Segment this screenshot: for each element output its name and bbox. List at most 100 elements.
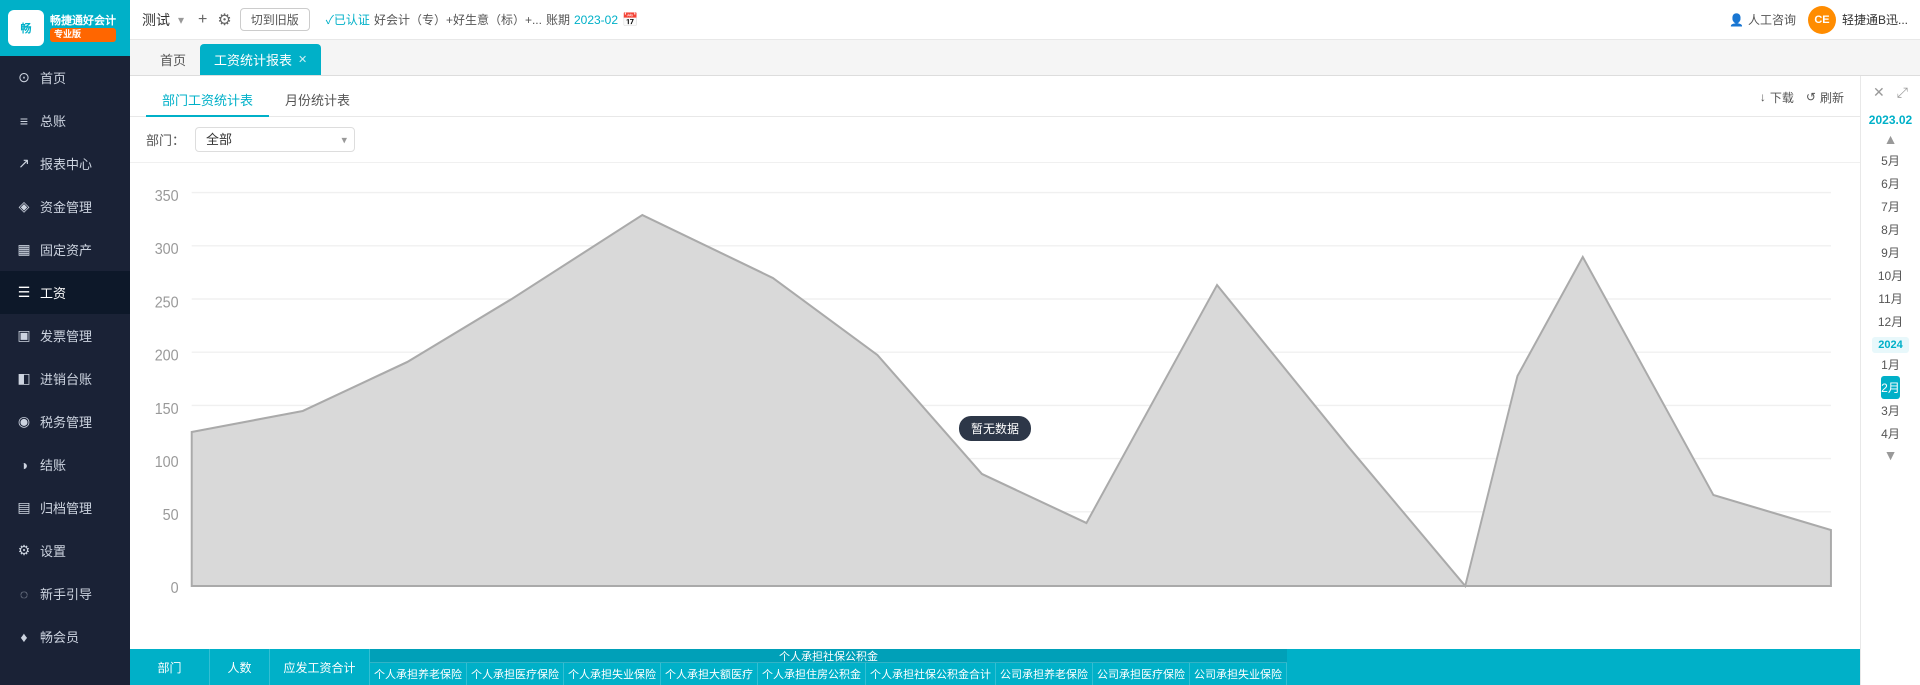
expand-panel-btn[interactable]: ⤢ — [1893, 80, 1912, 105]
sidebar-item-ledger[interactable]: ≡ 总账 — [0, 99, 130, 142]
sidebar-item-checkout[interactable]: ◑结账 — [0, 443, 130, 486]
month-7月[interactable]: 7月 — [1878, 195, 1903, 218]
sidebar-label-assets: 固定资产 — [40, 240, 92, 259]
payroll-icon: ☰ — [16, 284, 32, 301]
dept-label: 部门： — [146, 130, 185, 149]
sidebar-label-tax: 税务管理 — [40, 412, 92, 431]
settings-icon: ⚙ — [16, 542, 32, 559]
topbar-tags: ✓已认证 好会计（专）+好生意（标）+... 账期 2023-02 📅 — [326, 11, 638, 28]
svg-text:100: 100 — [155, 455, 179, 472]
sidebar-label-sales: 进销台账 — [40, 369, 92, 388]
sidebar-item-funds[interactable]: ◈资金管理 — [0, 185, 130, 228]
sidebar-item-reports[interactable]: ↗ 报表中心 — [0, 142, 130, 185]
tab-close-icon[interactable]: ✕ — [298, 53, 307, 66]
table-col-人数: 人数 — [210, 649, 270, 685]
tax-icon: ◉ — [16, 413, 32, 430]
sidebar-item-invoice[interactable]: ▣发票管理 — [0, 314, 130, 357]
table-subcol-公司承担医疗保险: 公司承担医疗保险 — [1093, 663, 1190, 685]
reports-icon: ↗ — [16, 155, 32, 172]
sales-icon: ◧ — [16, 370, 32, 387]
nav-up-btn[interactable]: ▲ — [1882, 129, 1900, 149]
nav-down-btn[interactable]: ▼ — [1882, 445, 1900, 465]
month-9月[interactable]: 9月 — [1878, 241, 1903, 264]
year-2024-label: 2024 — [1872, 337, 1908, 353]
month-11月[interactable]: 11月 — [1878, 287, 1903, 310]
month-8月[interactable]: 8月 — [1878, 218, 1903, 241]
period-value: 2023-02 — [574, 13, 618, 27]
sidebar-label-payroll: 工资 — [40, 283, 66, 302]
subtab-monthly[interactable]: 月份统计表 — [269, 84, 366, 117]
sidebar-label-ledger: 总账 — [40, 111, 66, 130]
svg-text:350: 350 — [155, 189, 179, 206]
sidebar-label-archive: 归档管理 — [40, 498, 92, 517]
sidebar-label-funds: 资金管理 — [40, 197, 92, 216]
dept-select[interactable]: 全部 — [195, 127, 355, 152]
certified-tag: ✓已认证 — [326, 11, 370, 28]
add-button[interactable]: + — [196, 9, 209, 31]
user-profile[interactable]: CE 轻捷通B迅... — [1808, 6, 1908, 34]
download-btn[interactable]: ↓ 下载 — [1760, 89, 1794, 106]
table-subcol-公司承担失业保险: 公司承担失业保险 — [1190, 663, 1287, 685]
svg-text:0: 0 — [171, 581, 179, 598]
tab-home[interactable]: 首页 — [146, 44, 200, 75]
sidebar-item-archive[interactable]: ▤ 归档管理 — [0, 486, 130, 529]
chart-svg: 350 300 250 200 150 100 50 0 — [146, 173, 1844, 649]
download-icon: ↓ — [1760, 90, 1766, 104]
sidebar-item-vip[interactable]: ♦畅会员 — [0, 615, 130, 658]
calendar-icon[interactable]: 📅 — [622, 12, 638, 28]
sidebar-item-sales[interactable]: ◧ 进销台账 — [0, 357, 130, 400]
sidebar-label-reports: 报表中心 — [40, 154, 92, 173]
sidebar-label-invoice: 发票管理 — [40, 326, 92, 345]
table-col-应发工资合计: 应发工资合计 — [270, 649, 370, 685]
month-6月[interactable]: 6月 — [1878, 172, 1903, 195]
sidebar-item-home[interactable]: ⊙首页 — [0, 56, 130, 99]
month-2024-3月[interactable]: 3月 — [1881, 399, 1900, 422]
sidebar-label-guide: 新手引导 — [40, 584, 92, 603]
table-col-部门: 部门 — [130, 649, 210, 685]
sidebar-item-tax[interactable]: ◉ 税务管理 — [0, 400, 130, 443]
sidebar-item-guide[interactable]: ◌ 新手引导 — [0, 572, 130, 615]
table-subcol-个人承担社保公积金合计: 个人承担社保公积金合计 — [866, 663, 996, 685]
topbar-actions: + ⚙ 切到旧版 — [196, 8, 310, 32]
table-subcol-个人承担失业保险: 个人承担失业保险 — [564, 663, 661, 685]
svg-text:250: 250 — [155, 295, 179, 312]
subtab-dept[interactable]: 部门工资统计表 — [146, 84, 269, 117]
svg-text:200: 200 — [155, 348, 179, 365]
logo-icon: 畅 — [8, 10, 44, 46]
content-area: 部门工资统计表 月份统计表 ↓ 下载 ↺ 刷新 — [130, 76, 1860, 685]
sidebar-item-payroll[interactable]: ☰ 工资 — [0, 271, 130, 314]
month-2024-1月[interactable]: 1月 — [1881, 353, 1900, 376]
refresh-icon: ↺ — [1806, 90, 1816, 104]
service-label: 人工咨询 — [1748, 11, 1796, 28]
table-subcol-个人承担养老保险: 个人承担养老保险 — [370, 663, 467, 685]
ledger-icon: ≡ — [16, 113, 32, 129]
switch-old-btn[interactable]: 切到旧版 — [240, 8, 310, 31]
month-2024-4月[interactable]: 4月 — [1881, 422, 1900, 445]
topbar-arrow[interactable]: ▾ — [178, 13, 184, 27]
tab-payroll-stats[interactable]: 工资统计报表 ✕ — [200, 44, 321, 75]
settings-button[interactable]: ⚙ — [215, 8, 233, 32]
app-logo: 畅 畅捷通好会计 专业版 — [0, 0, 130, 56]
guide-icon: ◌ — [16, 586, 32, 602]
topbar-title: 测试 — [142, 10, 170, 30]
month-2024-2月[interactable]: 2月 — [1881, 376, 1900, 399]
table-subcol-个人承担大额医疗: 个人承担大额医疗 — [661, 663, 758, 685]
refresh-btn[interactable]: ↺ 刷新 — [1806, 89, 1844, 106]
month-10月[interactable]: 10月 — [1878, 264, 1903, 287]
vip-icon: ♦ — [16, 629, 32, 645]
sidebar-item-settings[interactable]: ⚙ 设置 — [0, 529, 130, 572]
sidebar-label-settings: 设置 — [40, 541, 66, 560]
sidebar-label-checkout: 结账 — [40, 455, 66, 474]
month-12月[interactable]: 12月 — [1878, 310, 1903, 333]
archive-icon: ▤ — [16, 499, 32, 516]
month-5月[interactable]: 5月 — [1878, 149, 1903, 172]
close-panel-btn[interactable]: ✕ — [1869, 80, 1889, 105]
table-subcol-个人承担医疗保险: 个人承担医疗保险 — [467, 663, 564, 685]
subtab-actions: ↓ 下载 ↺ 刷新 — [1760, 89, 1844, 112]
table-subcol-个人承担住房公积金: 个人承担住房公积金 — [758, 663, 866, 685]
service-btn[interactable]: 👤 人工咨询 — [1729, 11, 1796, 28]
sidebar-item-assets[interactable]: ▦固定资产 — [0, 228, 130, 271]
current-period: 2023.02 — [1869, 111, 1912, 129]
chart-area: 350 300 250 200 150 100 50 0 — [130, 163, 1860, 649]
app-name: 畅捷通好会计 — [50, 14, 116, 28]
